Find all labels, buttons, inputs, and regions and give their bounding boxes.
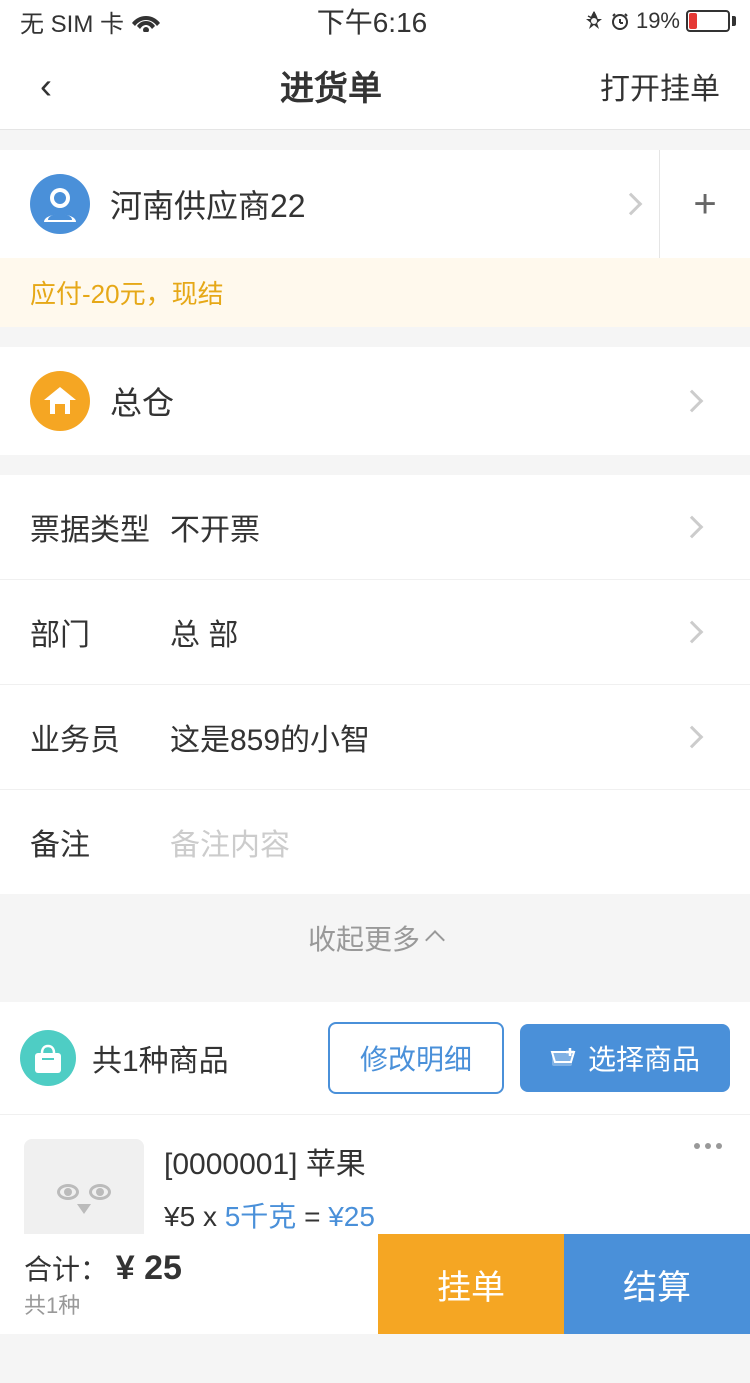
location-icon: [584, 11, 604, 31]
footer: 合计： ¥ 25 共1种 挂单 结算: [0, 1234, 750, 1334]
remark-row[interactable]: 备注 备注内容: [0, 790, 750, 894]
chevron-right-icon: [681, 516, 704, 539]
product-icon: [20, 1030, 76, 1086]
total-count: 共1种: [24, 1288, 354, 1320]
supplier-section: 河南供应商22 +: [0, 150, 750, 258]
cart-add-icon: [550, 1044, 578, 1072]
chevron-right-icon: [681, 621, 704, 644]
department-row[interactable]: 部门 总 部: [0, 580, 750, 685]
warehouse-name: 总仓: [110, 378, 684, 424]
invoice-label: 票据类型: [30, 505, 170, 549]
product-name: [0000001] 苹果: [164, 1139, 670, 1183]
status-right: 19%: [584, 8, 730, 34]
salesperson-value: 这是859的小智: [170, 715, 684, 759]
status-time: 下午6:16: [317, 1, 428, 41]
nav-bar: ‹ 进货单 打开挂单: [0, 42, 750, 130]
chevron-up-icon: [425, 930, 445, 950]
collapse-label: 收起更多: [308, 918, 420, 958]
remark-input[interactable]: 备注内容: [170, 820, 720, 864]
house-icon: [43, 384, 77, 418]
chevron-right-icon: [681, 726, 704, 749]
shopping-bag-icon: [31, 1041, 65, 1075]
department-label: 部门: [30, 610, 170, 654]
page-title: 进货单: [280, 61, 382, 110]
remark-label: 备注: [30, 820, 170, 864]
wifi-icon: [132, 10, 160, 32]
salesperson-row[interactable]: 业务员 这是859的小智: [0, 685, 750, 790]
open-hang-button[interactable]: 打开挂单: [600, 64, 720, 108]
chevron-right-icon: [620, 193, 643, 216]
total-amount: ¥ 25: [116, 1249, 182, 1287]
warehouse-icon: [30, 371, 90, 431]
back-button[interactable]: ‹: [30, 55, 62, 117]
invoice-type-row[interactable]: 票据类型 不开票: [0, 475, 750, 580]
avatar: [30, 174, 90, 234]
hang-button[interactable]: 挂单: [378, 1234, 564, 1334]
edit-detail-button[interactable]: 修改明细: [328, 1022, 504, 1094]
salesperson-label: 业务员: [30, 715, 170, 759]
product-header: 共1种商品 修改明细 选择商品: [0, 1002, 750, 1114]
status-bar: 无 SIM 卡 下午6:16 19%: [0, 0, 750, 42]
collapse-bar[interactable]: 收起更多: [0, 894, 750, 982]
info-banner: 应付-20元，现结: [0, 258, 750, 327]
total-label: 合计：: [24, 1254, 108, 1285]
supplier-select[interactable]: 河南供应商22: [0, 150, 660, 258]
supplier-name: 河南供应商22: [110, 181, 623, 227]
warehouse-select[interactable]: 总仓: [0, 347, 750, 455]
product-count: 共1种商品: [92, 1036, 312, 1080]
form-section: 票据类型 不开票 部门 总 部 业务员 这是859的小智 备注 备注内容: [0, 475, 750, 894]
product-price: ¥5 x 5千克 = ¥25: [164, 1195, 670, 1235]
footer-total: 合计： ¥ 25 共1种: [0, 1234, 378, 1334]
invoice-value: 不开票: [170, 505, 684, 549]
add-supplier-button[interactable]: +: [660, 150, 750, 258]
person-icon: [40, 184, 80, 224]
checkout-button[interactable]: 结算: [564, 1234, 750, 1334]
department-value: 总 部: [170, 610, 684, 654]
chevron-right-icon: [681, 390, 704, 413]
alarm-icon: [610, 11, 630, 31]
owl-logo: [44, 1159, 124, 1239]
more-options-button[interactable]: [690, 1139, 726, 1153]
status-carrier: 无 SIM 卡: [20, 4, 160, 39]
select-product-button[interactable]: 选择商品: [520, 1024, 730, 1092]
battery-icon: [686, 10, 730, 32]
product-info: [0000001] 苹果 ¥5 x 5千克 = ¥25: [164, 1139, 670, 1235]
